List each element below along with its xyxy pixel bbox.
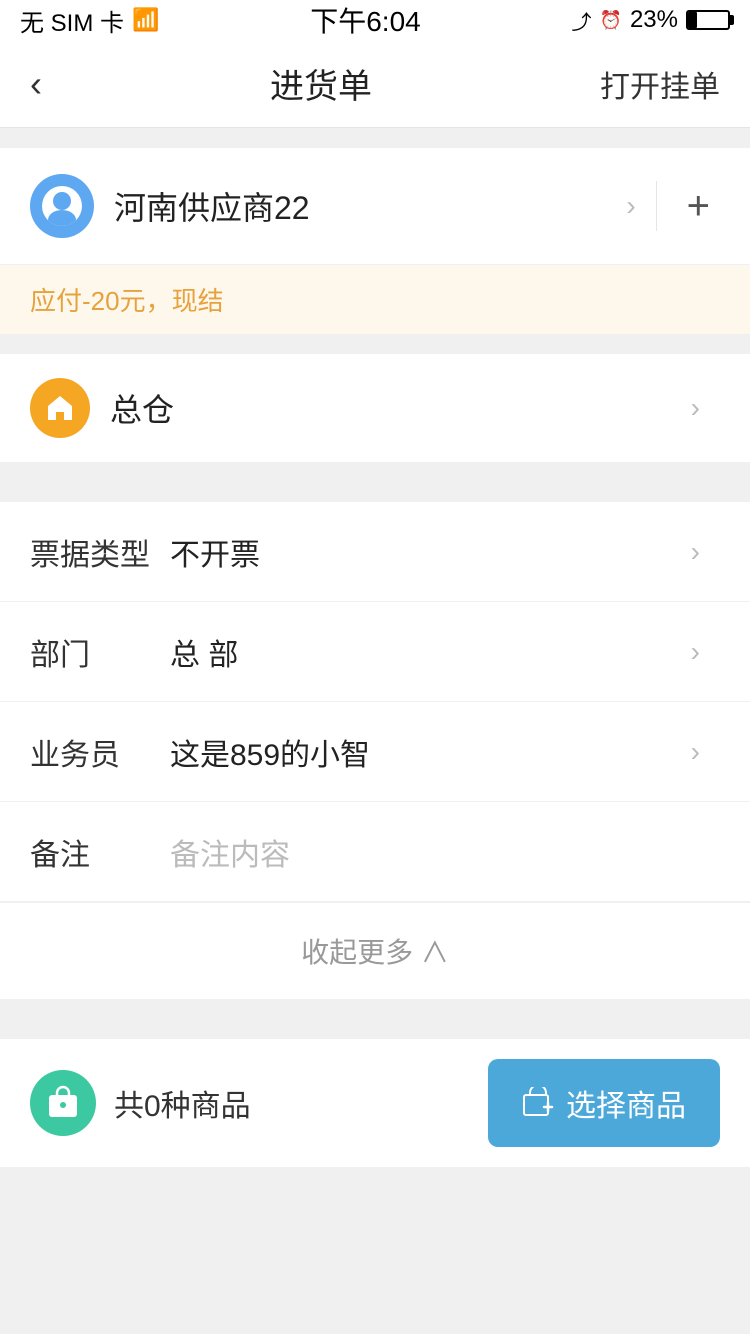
salesperson-value: 这是859的小智	[160, 730, 691, 774]
form-section: 票据类型 不开票 › 部门 总 部 › 业务员 这是859的小智 › 备注 备注…	[0, 502, 750, 999]
section-gap-1	[0, 128, 750, 148]
supplier-name: 河南供应商22	[114, 183, 626, 229]
back-button[interactable]: ‹	[30, 63, 42, 105]
ticket-type-row[interactable]: 票据类型 不开票 ›	[0, 502, 750, 602]
salesperson-row[interactable]: 业务员 这是859的小智 ›	[0, 702, 750, 802]
collapse-row[interactable]: 收起更多 ∧	[0, 902, 750, 999]
open-pending-button[interactable]: 打开挂单	[600, 62, 720, 106]
ticket-type-label: 票据类型	[30, 530, 160, 574]
select-product-label: 选择商品	[566, 1081, 686, 1125]
status-right: ⤴ ⏰ 23%	[572, 6, 730, 35]
product-count-label: 共0种商品	[114, 1081, 251, 1125]
select-product-button[interactable]: 选择商品	[488, 1059, 720, 1147]
battery-percent: 23%	[630, 6, 678, 34]
warehouse-row[interactable]: 总仓 ›	[0, 354, 750, 462]
department-label: 部门	[30, 630, 160, 674]
section-gap-3	[0, 462, 750, 482]
nav-bar: ‹ 进货单 打开挂单	[0, 40, 750, 128]
department-row[interactable]: 部门 总 部 ›	[0, 602, 750, 702]
supplier-avatar	[30, 174, 94, 238]
status-left: 无 SIM 卡 📶	[20, 3, 159, 38]
salesperson-chevron-icon: ›	[691, 736, 700, 768]
add-supplier-button[interactable]: +	[677, 184, 720, 229]
supplier-chevron-icon: ›	[626, 190, 635, 222]
warehouse-chevron-icon: ›	[691, 392, 700, 424]
remark-row[interactable]: 备注 备注内容	[0, 802, 750, 902]
salesperson-label: 业务员	[30, 730, 160, 774]
department-value: 总 部	[160, 630, 691, 674]
notice-bar: 应付-20元，现结	[0, 265, 750, 334]
warehouse-name: 总仓	[110, 385, 691, 431]
ticket-type-value: 不开票	[160, 530, 691, 574]
product-count-area: 共0种商品	[30, 1070, 251, 1136]
product-icon	[30, 1070, 96, 1136]
remark-label: 备注	[30, 830, 160, 874]
remark-input[interactable]: 备注内容	[160, 830, 720, 874]
battery-icon	[686, 10, 730, 30]
status-time: 下午6:04	[310, 0, 421, 40]
status-bar: 无 SIM 卡 📶 下午6:04 ⤴ ⏰ 23%	[0, 0, 750, 40]
bottom-bar: 共0种商品 选择商品	[0, 1039, 750, 1167]
divider	[656, 181, 657, 231]
department-chevron-icon: ›	[691, 636, 700, 668]
supplier-row[interactable]: 河南供应商22 › +	[0, 148, 750, 265]
ticket-type-chevron-icon: ›	[691, 536, 700, 568]
location-icon: ⤴	[572, 6, 592, 35]
section-gap-4	[0, 999, 750, 1019]
page-title: 进货单	[270, 59, 372, 108]
carrier-label: 无 SIM 卡	[20, 3, 124, 38]
alarm-icon: ⏰	[600, 10, 622, 31]
warehouse-icon	[30, 378, 90, 438]
wifi-icon: 📶	[132, 7, 159, 33]
section-gap-2	[0, 334, 750, 354]
